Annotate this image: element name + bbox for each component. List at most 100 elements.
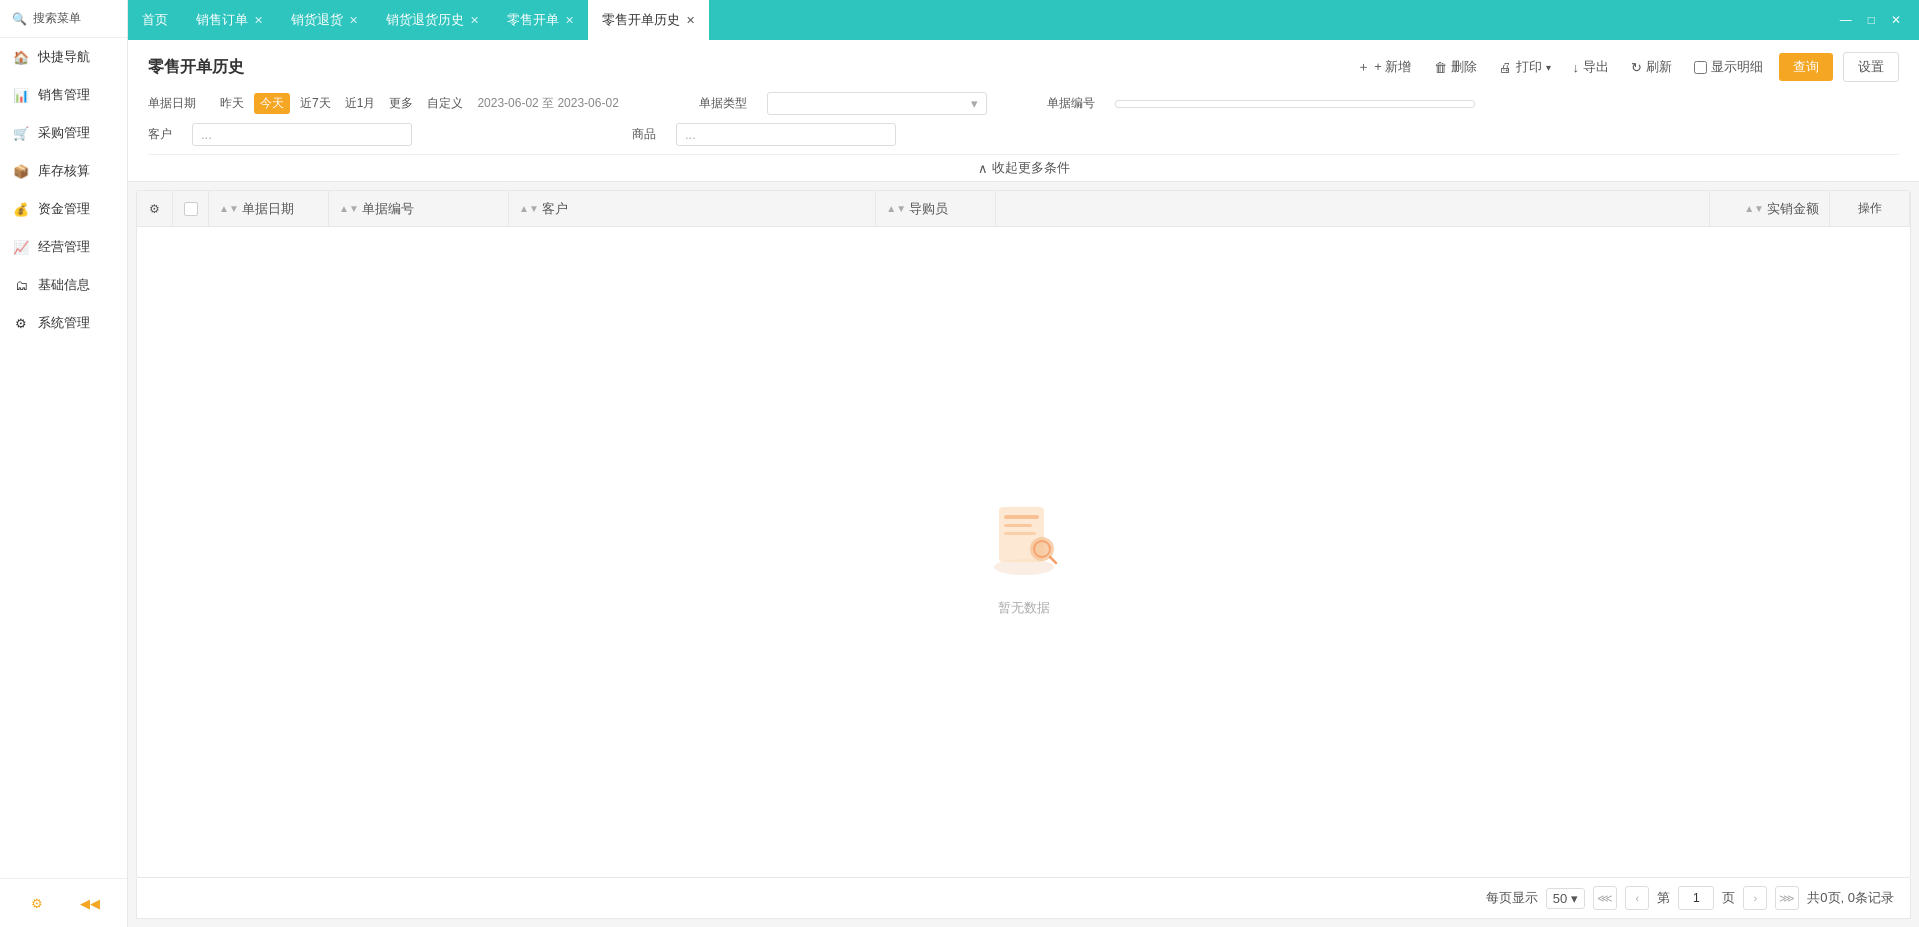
tab-label-sales-return-hist: 销货退货历史 xyxy=(386,11,464,29)
date-btn-1month[interactable]: 近1月 xyxy=(341,94,380,113)
delete-button[interactable]: 🗑 删除 xyxy=(1428,54,1483,80)
show-detail-button[interactable]: 显示明细 xyxy=(1688,54,1769,80)
purchase-mgmt-icon: 🛒 xyxy=(12,124,30,142)
window-close[interactable]: ✕ xyxy=(1885,9,1907,31)
sidebar-item-label: 采购管理 xyxy=(38,124,90,142)
sidebar-item-basic-info[interactable]: 🗂基础信息 xyxy=(0,266,127,304)
refresh-label: 刷新 xyxy=(1646,58,1672,76)
collapse-bar[interactable]: ∧ 收起更多条件 xyxy=(148,154,1899,181)
window-controls: — □ ✕ xyxy=(1834,9,1919,31)
tab-label-sales-return: 销货退货 xyxy=(291,11,343,29)
refresh-button[interactable]: ↻ 刷新 xyxy=(1625,54,1678,80)
sidebar-item-finance-mgmt[interactable]: 💰资金管理 xyxy=(0,190,127,228)
sidebar-search[interactable]: 🔍 搜索菜单 xyxy=(0,0,127,38)
add-label: + 新增 xyxy=(1374,58,1411,76)
page-label-pre: 第 xyxy=(1657,889,1670,907)
basic-info-icon: 🗂 xyxy=(12,276,30,294)
page-header: 零售开单历史 ＋ + 新增 🗑 删除 🖨 打印 ▾ xyxy=(128,40,1919,182)
tab-retail-open-hist[interactable]: 零售开单历史✕ xyxy=(588,0,709,40)
export-button[interactable]: ↓ 导出 xyxy=(1567,54,1616,80)
sidebar-search-label: 搜索菜单 xyxy=(33,10,81,27)
date-btn-7days[interactable]: 近7天 xyxy=(296,94,335,113)
settings-button[interactable]: 设置 xyxy=(1843,52,1899,82)
sort-icon-date[interactable]: ▲▼ xyxy=(219,205,239,213)
pagination: 每页显示 50 ▾ ⋘ ‹ 第 页 › ⋙ 共0页, 0条记录 xyxy=(136,878,1911,919)
bill-type-select[interactable]: ▾ xyxy=(767,92,987,115)
tab-close-retail-open[interactable]: ✕ xyxy=(565,15,574,26)
sort-icon-amount[interactable]: ▲▼ xyxy=(1744,205,1764,213)
total-text: 共0页, 0条记录 xyxy=(1807,889,1894,907)
first-page-btn[interactable]: ⋘ xyxy=(1593,886,1617,910)
table-body: 暂无数据 xyxy=(137,227,1910,877)
print-button[interactable]: 🖨 打印 ▾ xyxy=(1493,54,1557,80)
add-button[interactable]: ＋ + 新增 xyxy=(1351,54,1417,80)
tab-close-retail-open-hist[interactable]: ✕ xyxy=(686,15,695,26)
th-bill-no: ▲▼ 单据编号 xyxy=(329,191,509,226)
window-maximize[interactable]: □ xyxy=(1862,9,1881,31)
goods-input[interactable]: ... xyxy=(676,123,896,146)
th-settings[interactable]: ⚙ xyxy=(137,191,173,226)
table-header: ⚙ ▲▼ 单据日期 ▲▼ 单据编号 ▲▼ 客户 ▲▼ 导购员 xyxy=(137,191,1910,227)
svg-rect-2 xyxy=(1004,515,1039,519)
tab-label-retail-open: 零售开单 xyxy=(507,11,559,29)
sort-icon-customer[interactable]: ▲▼ xyxy=(519,205,539,213)
finance-mgmt-icon: 💰 xyxy=(12,200,30,218)
sidebar-item-label: 系统管理 xyxy=(38,314,90,332)
query-button[interactable]: 查询 xyxy=(1779,53,1833,81)
sys-mgmt-icon: ⚙ xyxy=(12,314,30,332)
date-btn-more[interactable]: 更多 xyxy=(385,94,417,113)
date-range-display: 2023-06-02 至 2023-06-02 xyxy=(477,95,618,112)
show-detail-label: 显示明细 xyxy=(1711,58,1763,76)
sidebar-item-purchase-mgmt[interactable]: 🛒 采购管理 xyxy=(0,114,127,152)
sidebar-item-sys-mgmt[interactable]: ⚙ 系统管理 xyxy=(0,304,127,342)
tab-close-sales-order[interactable]: ✕ xyxy=(254,15,263,26)
show-detail-checkbox[interactable] xyxy=(1694,61,1707,74)
tab-home[interactable]: 首页 xyxy=(128,0,182,40)
tab-sales-return-hist[interactable]: 销货退货历史 ✕ xyxy=(372,0,493,40)
sidebar-collapse-btn[interactable]: ◀◀ xyxy=(76,889,104,917)
th-spacer xyxy=(996,191,1710,226)
date-btn-today[interactable]: 今天 xyxy=(254,93,290,114)
th-checkbox[interactable] xyxy=(173,191,209,226)
sidebar-item-sales-mgmt[interactable]: 📊销售管理 xyxy=(0,76,127,114)
collapse-label: 收起更多条件 xyxy=(992,159,1070,177)
svg-line-7 xyxy=(1050,557,1056,563)
customer-input[interactable]: ... xyxy=(192,123,412,146)
tab-label-home: 首页 xyxy=(142,11,168,29)
sort-icon-guide[interactable]: ▲▼ xyxy=(886,205,906,213)
print-icon: 🖨 xyxy=(1499,60,1512,75)
tab-retail-open[interactable]: 零售开单 ✕ xyxy=(493,0,588,40)
last-page-btn[interactable]: ⋙ xyxy=(1775,886,1799,910)
tab-close-sales-return-hist[interactable]: ✕ xyxy=(470,15,479,26)
prev-page-btn[interactable]: ‹ xyxy=(1625,886,1649,910)
tab-sales-return[interactable]: 销货退货 ✕ xyxy=(277,0,372,40)
date-shortcuts: 昨天 今天 近7天 近1月 更多 自定义 2023-06-02 至 2023-0… xyxy=(216,93,619,114)
sidebar-item-quick-nav[interactable]: 🏠快捷导航 xyxy=(0,38,127,76)
next-page-btn[interactable]: › xyxy=(1743,886,1767,910)
date-btn-custom[interactable]: 自定义 xyxy=(423,94,467,113)
filter-row-2: 客户 ... 商品 ... xyxy=(148,123,1899,146)
sidebar-item-label: 销售管理 xyxy=(38,86,90,104)
tab-close-sales-return[interactable]: ✕ xyxy=(349,15,358,26)
date-label: 单据日期 xyxy=(148,95,196,112)
sidebar-settings-btn[interactable]: ⚙ xyxy=(23,889,51,917)
sidebar-item-inventory[interactable]: 📦库存核算 xyxy=(0,152,127,190)
sidebar-item-label: 经营管理 xyxy=(38,238,90,256)
print-arrow: ▾ xyxy=(1546,62,1551,73)
sidebar-nav: 🏠快捷导航📊销售管理 🛒 采购管理 📦库存核算💰资金管理📈经营管理🗂基础信息 ⚙ 系统管理 xyxy=(0,38,127,878)
print-label: 打印 xyxy=(1516,58,1542,76)
page-size-select[interactable]: 50 ▾ xyxy=(1546,888,1585,909)
page-number-input[interactable] xyxy=(1678,886,1714,910)
date-btn-yesterday[interactable]: 昨天 xyxy=(216,94,248,113)
empty-text: 暂无数据 xyxy=(998,599,1050,617)
table-area: ⚙ ▲▼ 单据日期 ▲▼ 单据编号 ▲▼ 客户 ▲▼ 导购员 xyxy=(136,190,1911,878)
bill-no-input[interactable] xyxy=(1115,100,1475,108)
sidebar-item-ops-mgmt[interactable]: 📈经营管理 xyxy=(0,228,127,266)
header-checkbox[interactable] xyxy=(184,202,198,216)
sort-icon-bill-no[interactable]: ▲▼ xyxy=(339,205,359,213)
tab-sales-order[interactable]: 销售订单✕ xyxy=(182,0,277,40)
window-minimize[interactable]: — xyxy=(1834,9,1858,31)
page-size-value: 50 xyxy=(1553,891,1567,906)
export-icon: ↓ xyxy=(1573,60,1580,75)
filter-area: 单据日期 昨天 今天 近7天 近1月 更多 自定义 2023-06-02 至 2… xyxy=(148,92,1899,181)
